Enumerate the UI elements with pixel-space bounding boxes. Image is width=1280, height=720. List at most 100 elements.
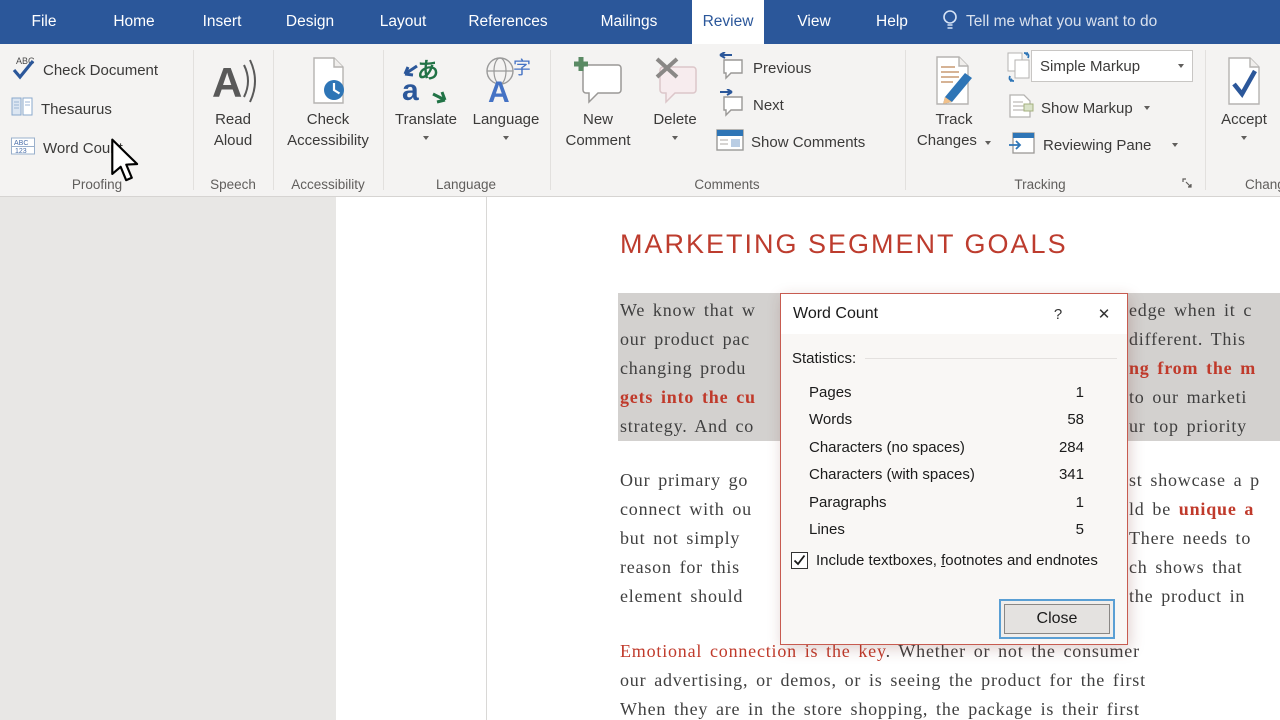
include-textboxes-checkbox-row[interactable]: Include textboxes, footnotes and endnote… [791,552,1098,569]
doc-line: but not simply [620,528,741,548]
next-comment-icon [716,88,746,121]
dialog-close-icon[interactable]: ✕ [1081,305,1127,323]
language-button[interactable]: 字A Language [466,49,546,179]
stat-label: Paragraphs [809,493,887,511]
paragraph-3[interactable]: Emotional connection is the key. Whether… [620,637,1280,720]
ribbon-tab-bar: File Home Insert Design Layout Reference… [0,0,1280,44]
stat-value: 1 [1075,383,1084,401]
tab-view[interactable]: View [764,0,864,44]
tab-design[interactable]: Design [264,0,356,44]
doc-line: ld be unique a [1129,499,1255,519]
dialog-title: Word Count [793,305,879,322]
spellcheck-icon: ABC [10,55,36,85]
word-count-button[interactable]: ABC 123 Word Count [10,134,123,162]
stat-value: 5 [1075,520,1084,538]
check-document-button[interactable]: ABC Check Document [10,56,158,84]
tab-layout[interactable]: Layout [356,0,450,44]
paragraph-1-left-fragment[interactable]: We know that w our product pac changing … [620,296,756,441]
read-aloud-button[interactable]: A Read Aloud [198,49,268,179]
tell-me-box[interactable]: Tell me what you want to do [942,0,1157,44]
tab-help[interactable]: Help [864,0,920,44]
reviewing-pane-dropdown-caret [1172,143,1179,147]
stat-label: Characters (with spaces) [809,465,975,483]
doc-line: When they are in the store shopping, the… [620,699,1140,719]
stat-value: 284 [1058,438,1084,456]
previous-comment-button[interactable]: Previous [716,51,812,82]
dialog-titlebar[interactable]: Word Count ? ✕ [781,294,1127,334]
track-changes-label-2: Changes [917,130,992,151]
delete-comment-button[interactable]: Delete [644,49,706,179]
doc-line-red: gets into the cu [620,387,756,407]
group-label-language: Language [435,177,497,192]
show-comments-button[interactable]: Show Comments [716,128,865,156]
new-comment-label-2: Comment [565,132,631,149]
svg-text:123: 123 [15,148,27,155]
simple-markup-value: Simple Markup [1040,57,1141,75]
tab-review-active[interactable]: Review [692,0,764,44]
next-comment-button[interactable]: Next [716,88,784,121]
language-globe-icon: 字A [481,53,531,109]
doc-line: edge when it c [1129,300,1253,320]
check-document-label: Check Document [43,61,159,79]
stat-row-pages: Pages 1 [809,381,1084,403]
group-separator [193,50,194,190]
close-button[interactable]: Close [1004,604,1110,634]
stat-row-chars-no-spaces: Characters (no spaces) 284 [809,436,1084,458]
track-changes-dropdown-caret [985,141,992,145]
doc-line: There needs to [1129,528,1252,548]
dialog-help-button[interactable]: ? [1035,306,1081,323]
new-comment-label: New [582,111,613,128]
tab-mailings[interactable]: Mailings [566,0,692,44]
thesaurus-button[interactable]: Thesaurus [10,95,112,123]
check-accessibility-button[interactable]: Check Accessibility [280,49,376,179]
statistics-label: Statistics: [792,350,857,367]
doc-line: ch shows that [1129,557,1243,577]
track-changes-button[interactable]: Track Changes [912,49,996,179]
stat-value: 58 [1067,410,1084,428]
stat-label: Lines [809,520,845,538]
display-for-review-combobox[interactable]: Simple Markup [1031,50,1193,82]
paragraph-1-right-fragment[interactable]: edge when it c different. This ng from t… [1129,296,1280,441]
thesaurus-book-icon [10,95,34,123]
reviewing-pane-label: Reviewing Pane [1043,136,1152,154]
stat-row-chars-with-spaces: Characters (with spaces) 341 [809,463,1084,485]
check-accessibility-icon [307,53,349,109]
tracking-dialog-launcher[interactable] [1182,177,1194,195]
previous-comment-label: Previous [753,59,812,77]
show-markup-label: Show Markup [1041,99,1133,117]
check-accessibility-label-2: Accessibility [287,132,369,149]
doc-line: the product in [1129,586,1246,606]
doc-line: different. This [1129,329,1246,349]
translate-button[interactable]: あa Translate [388,49,464,179]
lightbulb-icon [942,8,958,37]
stat-label: Words [809,410,853,428]
new-comment-button[interactable]: New Comment [556,49,640,179]
tab-insert[interactable]: Insert [180,0,264,44]
check-accessibility-label: Check [306,111,350,128]
mouse-cursor [110,138,142,189]
stat-value: 1 [1075,493,1084,511]
accept-button[interactable]: Accept [1212,49,1276,179]
word-count-dialog: Word Count ? ✕ Statistics: Pages 1 Words 5… [780,293,1128,645]
group-separator [1205,50,1206,190]
doc-line: reason for this [620,557,740,577]
svg-text:A: A [488,76,510,106]
accept-dropdown-caret [1241,136,1247,140]
group-separator [273,50,274,190]
accept-label: Accept [1221,111,1267,128]
translate-label: Translate [395,111,457,128]
language-dropdown-caret [503,136,509,140]
show-markup-button[interactable]: Show Markup [1008,94,1150,122]
tab-home[interactable]: Home [88,0,180,44]
group-label-tracking: Tracking [1014,177,1066,192]
show-comments-label: Show Comments [751,133,866,151]
doc-line: We know that w [620,300,756,320]
markup-view-icon [1006,52,1032,87]
reviewing-pane-button[interactable]: Reviewing Pane [1008,131,1179,159]
checkbox-checked[interactable] [791,552,808,569]
tab-references[interactable]: References [450,0,566,44]
paragraph-2-right-fragment[interactable]: st showcase a p ld be unique a There nee… [1129,466,1280,611]
paragraph-2-left-fragment[interactable]: Our primary go connect with ou but not s… [620,466,752,611]
stat-label: Characters (no spaces) [809,438,965,456]
tab-file[interactable]: File [0,0,88,44]
